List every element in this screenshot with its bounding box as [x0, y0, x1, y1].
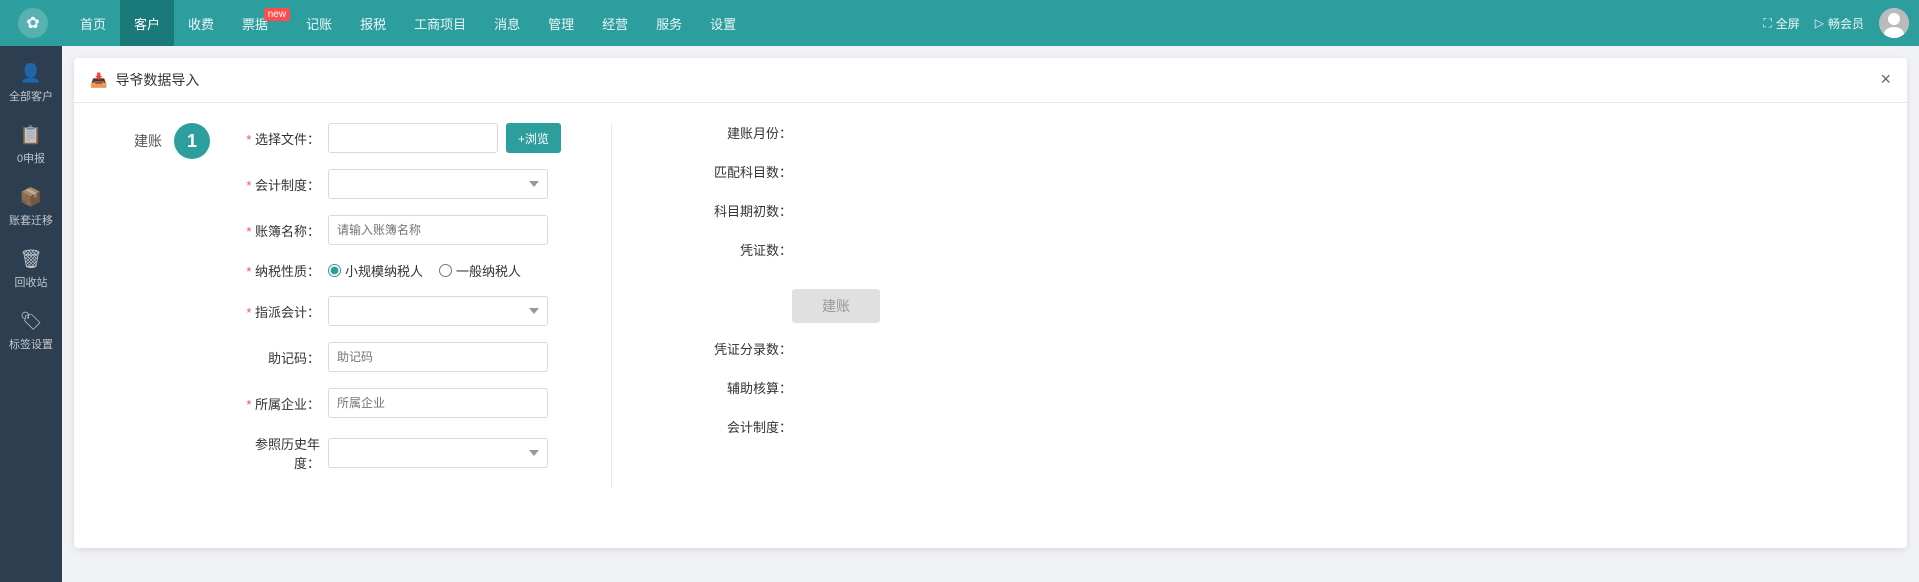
history-year-label: 参照历史年度： — [240, 434, 320, 472]
nav-item-home[interactable]: 首页 — [66, 0, 120, 46]
general-taxpayer-radio[interactable] — [439, 264, 452, 277]
tax-type-label: 纳税性质： — [240, 261, 320, 280]
assign-accountant-label: 指派会计： — [240, 302, 320, 321]
dialog-header: 📥 导爷数据导入 × — [74, 58, 1907, 103]
nav-item-invoice[interactable]: 票据 new — [228, 0, 292, 46]
info-area: 建账月份： 匹配科目数： 科目期初数： 凭证数： — [632, 123, 972, 488]
vertical-divider — [611, 123, 612, 488]
ledger-name-row: 账簿名称： — [240, 215, 561, 245]
browse-button[interactable]: +浏览 — [506, 123, 561, 153]
accounting-system-label: 会计制度： — [240, 175, 320, 194]
info-row-aux-accounting: 辅助核算： — [692, 378, 932, 397]
logo-icon: ✿ — [18, 8, 48, 38]
nav-item-service[interactable]: 服务 — [642, 0, 696, 46]
step-section: 建账 1 选择文件： +浏览 会计制度： — [74, 123, 591, 488]
nav-item-customer[interactable]: 客户 — [120, 0, 174, 46]
month-label: 建账月份： — [692, 123, 792, 142]
build-account-btn[interactable]: 建账 — [792, 289, 880, 323]
dialog-title: 导爷数据导入 — [115, 70, 199, 90]
tag-settings-icon: 🏷 — [20, 310, 42, 332]
nav-item-operation[interactable]: 经营 — [588, 0, 642, 46]
all-customers-icon: 👤 — [20, 62, 42, 84]
memo-row: 助记码： — [240, 342, 561, 372]
info-row-accounting-system: 会计制度： — [692, 417, 932, 436]
nav-item-manage[interactable]: 管理 — [534, 0, 588, 46]
play-icon: ▷ — [1815, 16, 1824, 30]
file-label: 选择文件： — [240, 129, 320, 148]
nav-items: 首页 客户 收费 票据 new 记账 报税 工商项目 消息 管理 经营 服务 设… — [66, 0, 1763, 46]
small-taxpayer-option[interactable]: 小规模纳税人 — [328, 261, 423, 280]
memo-label: 助记码： — [240, 348, 320, 367]
history-year-row: 参照历史年度： — [240, 434, 561, 472]
main-content: 📥 导爷数据导入 × 建账 1 选择文件： — [62, 46, 1919, 582]
migration-icon: 📦 — [20, 186, 42, 208]
form-area: 选择文件： +浏览 会计制度： 账簿 — [240, 123, 561, 488]
dialog-body: 建账 1 选择文件： +浏览 会计制度： — [74, 103, 1907, 508]
dialog-close-btn[interactable]: × — [1880, 70, 1891, 88]
accounting-system-info-label: 会计制度： — [692, 417, 792, 436]
nav-item-account[interactable]: 记账 — [292, 0, 346, 46]
file-input[interactable] — [328, 123, 498, 153]
owner-company-row: 所属企业： — [240, 388, 561, 418]
step-circle: 1 — [174, 123, 210, 159]
tax-type-row: 纳税性质： 小规模纳税人 一般纳税人 — [240, 261, 561, 280]
ledger-name-input[interactable] — [328, 215, 548, 245]
owner-company-input[interactable] — [328, 388, 548, 418]
sidebar-item-recycle[interactable]: 🗑 回收站 — [3, 240, 59, 298]
memo-input[interactable] — [328, 342, 548, 372]
owner-company-label: 所属企业： — [240, 394, 320, 413]
step-label: 建账 — [134, 123, 162, 151]
nav-item-message[interactable]: 消息 — [480, 0, 534, 46]
sidebar-item-tag-settings[interactable]: 🏷 标签设置 — [3, 302, 59, 360]
sidebar-item-all-customers[interactable]: 👤 全部客户 — [3, 54, 59, 112]
nav-item-tax[interactable]: 报税 — [346, 0, 400, 46]
assign-accountant-row: 指派会计： — [240, 296, 561, 326]
aux-accounting-label: 辅助核算： — [692, 378, 792, 397]
top-nav: ✿ 首页 客户 收费 票据 new 记账 报税 工商项目 消息 管理 经营 服务… — [0, 0, 1919, 46]
member-btn[interactable]: ▷ 畅会员 — [1815, 15, 1864, 32]
general-taxpayer-option[interactable]: 一般纳税人 — [439, 261, 521, 280]
user-avatar[interactable] — [1879, 8, 1909, 38]
sidebar-item-declaration[interactable]: 📋 0申报 — [3, 116, 59, 174]
declaration-icon: 📋 — [20, 124, 42, 146]
sidebar-item-migration[interactable]: 📦 账套迁移 — [3, 178, 59, 236]
invoice-badge: new — [264, 8, 290, 21]
accounting-system-select[interactable] — [328, 169, 548, 199]
nav-item-fee[interactable]: 收费 — [174, 0, 228, 46]
assign-accountant-select[interactable] — [328, 296, 548, 326]
fullscreen-btn[interactable]: ⛶ 全屏 — [1763, 15, 1799, 32]
ledger-name-label: 账簿名称： — [240, 221, 320, 240]
match-subject-label: 匹配科目数： — [692, 162, 792, 181]
voucher-records-label: 凭证分录数： — [692, 339, 792, 358]
small-taxpayer-radio[interactable] — [328, 264, 341, 277]
dialog-panel: 📥 导爷数据导入 × 建账 1 选择文件： — [74, 58, 1907, 548]
dialog-title-icon: 📥 — [90, 72, 107, 89]
sidebar: 👤 全部客户 📋 0申报 📦 账套迁移 🗑 回收站 🏷 标签设置 — [0, 46, 62, 582]
info-row-match-subject: 匹配科目数： — [692, 162, 932, 181]
file-row: 选择文件： +浏览 — [240, 123, 561, 153]
nav-item-business[interactable]: 工商项目 — [400, 0, 480, 46]
info-row-voucher: 凭证数： — [692, 240, 932, 259]
nav-item-settings[interactable]: 设置 — [696, 0, 750, 46]
recycle-icon: 🗑 — [20, 248, 42, 270]
voucher-label: 凭证数： — [692, 240, 792, 259]
info-row-voucher-records: 凭证分录数： — [692, 339, 932, 358]
info-row-initial-subject: 科目期初数： — [692, 201, 932, 220]
nav-right: ⛶ 全屏 ▷ 畅会员 — [1763, 8, 1909, 38]
history-year-select[interactable] — [328, 438, 548, 468]
initial-subject-label: 科目期初数： — [692, 201, 792, 220]
main-layout: 👤 全部客户 📋 0申报 📦 账套迁移 🗑 回收站 🏷 标签设置 📥 导爷数据导… — [0, 46, 1919, 582]
fullscreen-icon: ⛶ — [1763, 16, 1771, 31]
app-logo: ✿ — [10, 0, 56, 46]
accounting-system-row: 会计制度： — [240, 169, 561, 199]
tax-type-radio-group: 小规模纳税人 一般纳税人 — [328, 261, 521, 280]
info-row-month: 建账月份： — [692, 123, 932, 142]
